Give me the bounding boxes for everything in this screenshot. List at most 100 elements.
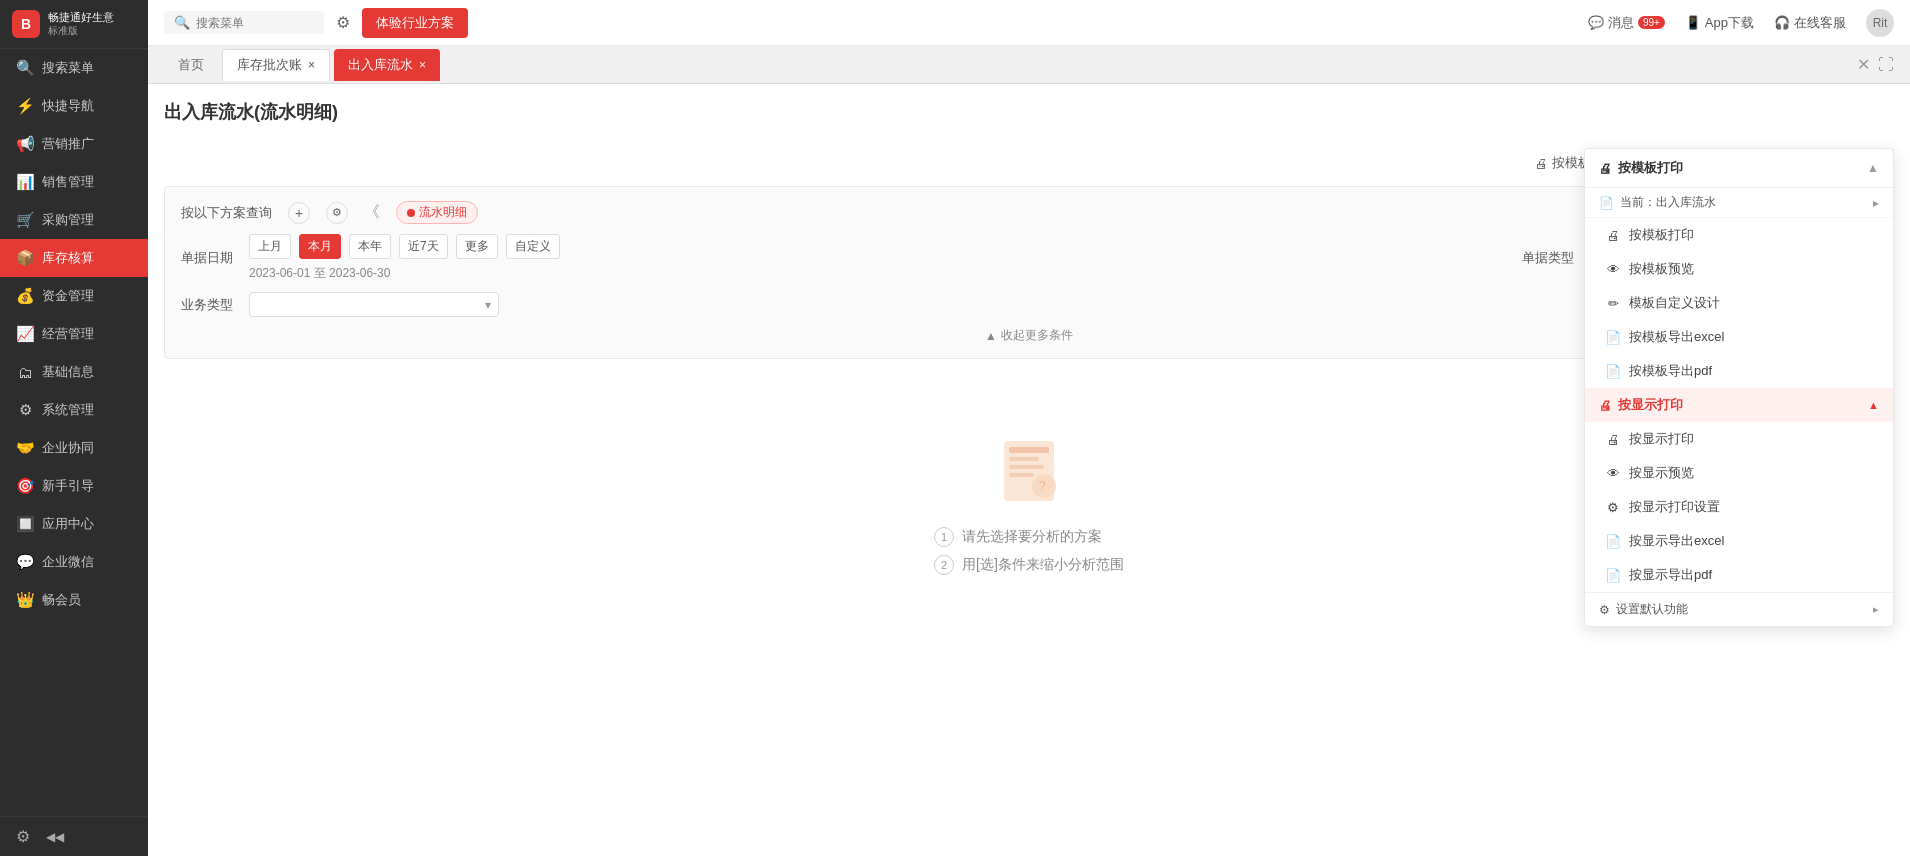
date-btn-本月[interactable]: 本月 [299, 234, 341, 259]
sidebar: B 畅捷通好生意 标准版 🔍搜索菜单⚡快捷导航📢营销推广📊销售管理🛒采购管理📦库… [0, 0, 148, 856]
dropdown-section-title: 🖨 按显示打印 [1599, 396, 1683, 414]
dropdown-template-item[interactable]: 🖨按模板打印 [1585, 218, 1893, 252]
sidebar-item-icon: 🔲 [16, 515, 34, 533]
date-btn-上月[interactable]: 上月 [249, 234, 291, 259]
sidebar-collapse-icon[interactable]: ◀◀ [46, 830, 64, 844]
empty-steps: 1 请先选择要分析的方案 2 用[选]条件来缩小分析范围 [934, 527, 1124, 583]
online-service-btn[interactable]: 🎧 在线客服 [1774, 14, 1846, 32]
dropdown-print-icon: 🖨 [1599, 161, 1612, 176]
sidebar-item-icon: 🗂 [16, 363, 34, 381]
business-type-label: 业务类型 [181, 296, 233, 314]
dropdown-display-item[interactable]: ⚙按显示打印设置 [1585, 490, 1893, 524]
dropdown-section-chevron[interactable]: ▲ [1868, 399, 1879, 411]
message-icon: 💬 [1588, 15, 1604, 30]
sidebar-item-新手引导[interactable]: 🎯新手引导 [0, 467, 148, 505]
sidebar-item-基础信息[interactable]: 🗂基础信息 [0, 353, 148, 391]
step-2-text: 用[选]条件来缩小分析范围 [962, 556, 1124, 574]
dropdown-template-item[interactable]: 👁按模板预览 [1585, 252, 1893, 286]
tab-fullscreen-icon[interactable]: ⛶ [1878, 56, 1894, 74]
dropdown-template-item[interactable]: ✏模板自定义设计 [1585, 286, 1893, 320]
business-type-select-wrap [249, 292, 499, 317]
sidebar-item-系统管理[interactable]: ⚙系统管理 [0, 391, 148, 429]
sidebar-item-应用中心[interactable]: 🔲应用中心 [0, 505, 148, 543]
business-type-select[interactable] [249, 292, 499, 317]
dropdown-display-item[interactable]: 📄按显示导出excel [1585, 524, 1893, 558]
dropdown-template-item[interactable]: 📄按模板导出pdf [1585, 354, 1893, 388]
dropdown-current-chevron[interactable]: ▸ [1873, 196, 1879, 210]
tab-stock-flow[interactable]: 出入库流水 × [334, 49, 440, 81]
sidebar-item-label: 库存核算 [42, 249, 94, 267]
dropdown-item-icon: 🖨 [1605, 431, 1621, 447]
sidebar-item-icon: ⚡ [16, 97, 34, 115]
inventory-batch-close-icon[interactable]: × [308, 58, 315, 72]
filter-tag[interactable]: 流水明细 [396, 201, 478, 224]
sidebar-item-icon: 📦 [16, 249, 34, 267]
stock-flow-close-icon[interactable]: × [419, 58, 426, 72]
sidebar-item-库存核算[interactable]: 📦 库存核算 [0, 239, 148, 277]
svg-rect-4 [1009, 473, 1034, 477]
sidebar-item-label: 采购管理 [42, 211, 94, 229]
filter-collapse-icon[interactable]: 《 [364, 202, 380, 223]
message-btn[interactable]: 💬 消息 99+ [1588, 14, 1665, 32]
dropdown-item-icon: 📄 [1605, 363, 1621, 379]
dropdown-display-items: 🖨按显示打印👁按显示预览⚙按显示打印设置📄按显示导出excel📄按显示导出pdf [1585, 422, 1893, 592]
app-download-label: App下载 [1705, 14, 1754, 32]
empty-step-1: 1 请先选择要分析的方案 [934, 527, 1124, 547]
step-1-num: 1 [934, 527, 954, 547]
dropdown-template-item[interactable]: 📄 按模板导出excel [1585, 320, 1893, 354]
sidebar-item-销售管理[interactable]: 📊销售管理 [0, 163, 148, 201]
date-btn-本年[interactable]: 本年 [349, 234, 391, 259]
tab-home[interactable]: 首页 [164, 49, 218, 81]
dropdown-item-icon: ✏ [1605, 295, 1621, 311]
sidebar-item-快捷导航[interactable]: ⚡快捷导航 [0, 87, 148, 125]
stock-flow-label: 出入库流水 [348, 56, 413, 74]
sidebar-item-经营管理[interactable]: 📈经营管理 [0, 315, 148, 353]
sidebar-item-营销推广[interactable]: 📢营销推广 [0, 125, 148, 163]
tab-close-all-icon[interactable]: ✕ [1857, 55, 1870, 74]
date-range: 2023-06-01 至 2023-06-30 [249, 265, 560, 282]
dropdown-item-label: 按模板导出excel [1629, 328, 1724, 346]
filter-add-btn[interactable]: + [288, 202, 310, 224]
topbar-gear-icon[interactable]: ⚙ [336, 13, 350, 32]
sidebar-item-企业微信[interactable]: 💬企业微信 [0, 543, 148, 581]
sidebar-item-搜索菜单[interactable]: 🔍搜索菜单 [0, 49, 148, 87]
tab-inventory-batch[interactable]: 库存批次账 × [222, 49, 330, 81]
filter-settings-icon: ⚙ [332, 206, 342, 219]
avatar[interactable]: Rit [1866, 9, 1894, 37]
collapse-chevron-icon: ▲ [985, 329, 997, 343]
dropdown-chevron-up-icon[interactable]: ▲ [1867, 161, 1879, 175]
dropdown-current-label: 当前：出入库流水 [1620, 194, 1716, 211]
dropdown-display-item[interactable]: 👁按显示预览 [1585, 456, 1893, 490]
filter-settings-btn[interactable]: ⚙ [326, 202, 348, 224]
sidebar-item-采购管理[interactable]: 🛒采购管理 [0, 201, 148, 239]
app-download-btn[interactable]: 📱 App下载 [1685, 14, 1754, 32]
dropdown-footer[interactable]: ⚙ 设置默认功能 ▸ [1585, 592, 1893, 626]
print-icon: 🖨 [1535, 156, 1548, 171]
sidebar-item-label: 系统管理 [42, 401, 94, 419]
date-btn-更多[interactable]: 更多 [456, 234, 498, 259]
tabbar: 首页 库存批次账 × 出入库流水 × ✕ ⛶ [148, 46, 1910, 84]
topbar-search-box[interactable]: 🔍 [164, 11, 324, 34]
dropdown-display-item[interactable]: 📄按显示导出pdf [1585, 558, 1893, 592]
topbar: 🔍 ⚙ 体验行业方案 💬 消息 99+ 📱 App下载 🎧 在线客服 Rit [148, 0, 1910, 46]
dropdown-header-actions: ▲ [1867, 161, 1879, 175]
sidebar-item-label: 新手引导 [42, 477, 94, 495]
date-btn-自定义[interactable]: 自定义 [506, 234, 560, 259]
search-input[interactable] [196, 16, 314, 30]
tab-panel-controls: ✕ ⛶ [1857, 55, 1894, 74]
date-btn-近7天[interactable]: 近7天 [399, 234, 448, 259]
dropdown-section-header[interactable]: 🖨 按显示打印 ▲ [1585, 388, 1893, 422]
sidebar-gear-icon[interactable]: ⚙ [16, 827, 30, 846]
sidebar-item-企业协同[interactable]: 🤝企业协同 [0, 429, 148, 467]
sidebar-item-icon: 📈 [16, 325, 34, 343]
dropdown-display-item[interactable]: 🖨按显示打印 [1585, 422, 1893, 456]
sidebar-item-畅会员[interactable]: 👑畅会员 [0, 581, 148, 619]
sidebar-item-icon: 🔍 [16, 59, 34, 77]
dropdown-footer-chevron[interactable]: ▸ [1873, 603, 1879, 616]
dropdown-item-icon: 📄 [1605, 533, 1621, 549]
headset-icon: 🎧 [1774, 15, 1790, 30]
trial-btn[interactable]: 体验行业方案 [362, 8, 468, 38]
dropdown-item-icon: 📄 [1605, 329, 1621, 345]
dropdown-current-template: 📄 当前：出入库流水 ▸ [1585, 188, 1893, 218]
sidebar-item-资金管理[interactable]: 💰资金管理 [0, 277, 148, 315]
